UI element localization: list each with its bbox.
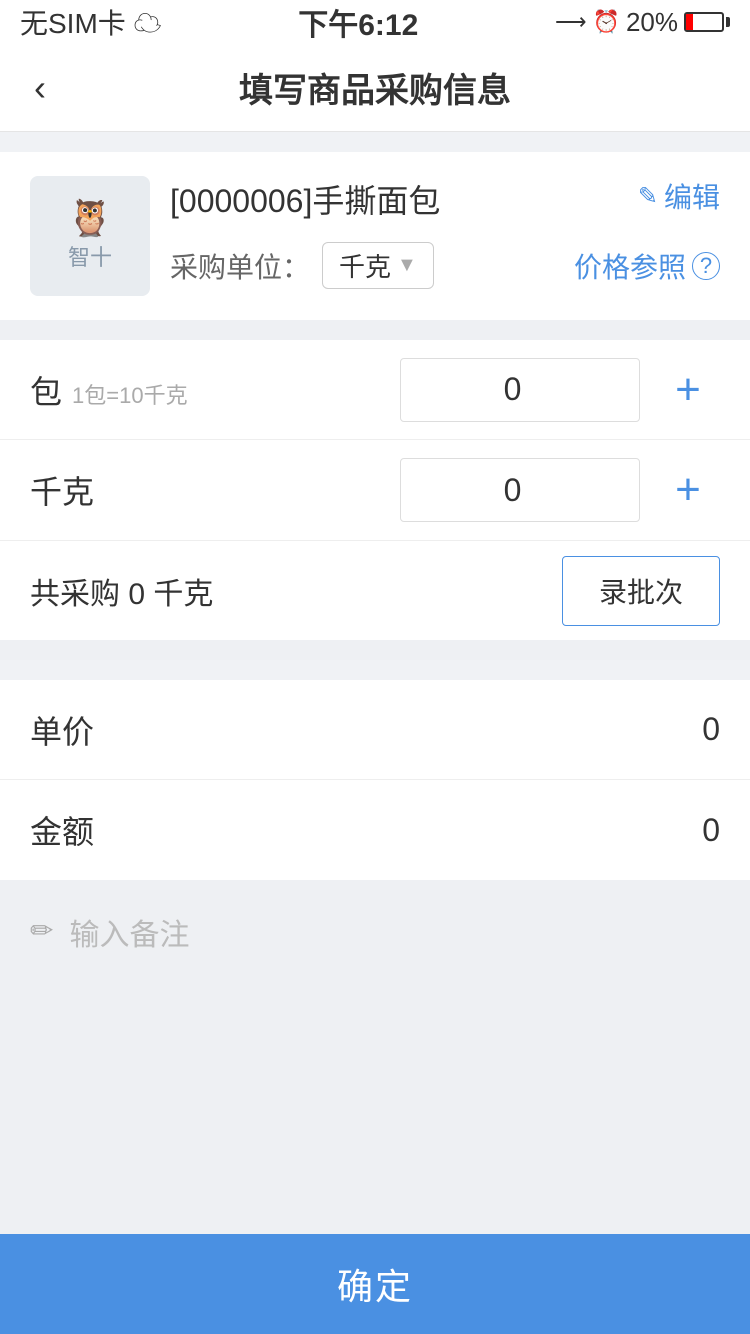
- batch-button[interactable]: 录批次: [562, 556, 720, 626]
- product-image: 🦉 智十: [30, 176, 150, 296]
- location-icon: ⟶: [555, 9, 587, 35]
- status-left: 无SIM卡 ☁: [20, 2, 162, 42]
- confirm-bar[interactable]: 确定: [0, 1234, 750, 1334]
- kg-field-wrapper: +: [150, 458, 720, 522]
- pencil-icon: ✏: [30, 914, 53, 947]
- kg-plus-button[interactable]: +: [656, 458, 720, 522]
- unit-select[interactable]: 千克 ▼: [322, 242, 434, 289]
- bao-field-wrapper: +: [188, 358, 720, 422]
- status-bar: 无SIM卡 ☁ 下午6:12 ⟶ ⏰ 20%: [0, 0, 750, 44]
- confirm-button[interactable]: 确定: [337, 1258, 413, 1310]
- unit-value: 千克: [339, 247, 391, 284]
- dropdown-arrow: ▼: [397, 254, 417, 277]
- price-ref-button[interactable]: 价格参照 ?: [574, 246, 720, 286]
- amount-row: 金额 0: [0, 780, 750, 880]
- no-sim-text: 无SIM卡 ☁: [20, 2, 162, 42]
- remark-placeholder: 输入备注: [69, 910, 189, 954]
- product-card: 🦉 智十 [0000006]手撕面包 ✎ 编辑 采购单位： 千克 ▼ 价格参照 …: [0, 152, 750, 320]
- battery-icon: [684, 12, 730, 32]
- remark-section[interactable]: ✏ 输入备注: [0, 880, 750, 1000]
- nav-bar: ‹ 填写商品采购信息: [0, 44, 750, 132]
- summary-text: 共采购 0 千克: [30, 569, 213, 613]
- kg-input[interactable]: [400, 458, 640, 522]
- clock-icon: ⏰: [593, 9, 620, 35]
- help-icon: ?: [692, 252, 720, 280]
- kg-label: 千克: [30, 467, 150, 513]
- back-button[interactable]: ‹: [24, 57, 56, 119]
- logo-text: 智十: [68, 240, 112, 272]
- bao-sub-label: 1包=10千克: [72, 378, 188, 410]
- page-title: 填写商品采购信息: [239, 63, 511, 112]
- kg-input-row: 千克 +: [0, 440, 750, 540]
- bao-input-row: 包 1包=10千克 +: [0, 340, 750, 440]
- summary-section: 共采购 0 千克 录批次: [0, 540, 750, 640]
- battery-percent: 20%: [626, 7, 678, 38]
- bao-input[interactable]: [400, 358, 640, 422]
- unit-label: 采购单位：: [170, 246, 310, 286]
- unit-price-label: 单价: [30, 707, 94, 753]
- edit-button[interactable]: ✎ 编辑: [638, 176, 720, 216]
- status-time: 下午6:12: [298, 0, 418, 44]
- status-right: ⟶ ⏰ 20%: [555, 7, 730, 38]
- price-section: 单价 0 金额 0: [0, 680, 750, 880]
- owl-icon: 🦉: [68, 200, 113, 236]
- amount-value: 0: [702, 812, 720, 849]
- quantity-input-section: 包 1包=10千克 + 千克 +: [0, 340, 750, 540]
- bao-plus-button[interactable]: +: [656, 358, 720, 422]
- unit-price-row: 单价 0: [0, 680, 750, 780]
- edit-label: 编辑: [664, 176, 720, 216]
- price-ref-label: 价格参照: [574, 246, 686, 286]
- section-divider-2: [0, 640, 750, 660]
- unit-price-value: 0: [702, 711, 720, 748]
- product-name: [0000006]手撕面包: [170, 176, 622, 222]
- product-info: [0000006]手撕面包 ✎ 编辑 采购单位： 千克 ▼ 价格参照 ?: [170, 176, 720, 289]
- section-divider-1: [0, 320, 750, 340]
- edit-icon: ✎: [638, 182, 658, 211]
- amount-label: 金额: [30, 807, 94, 853]
- summary-row: 共采购 0 千克 录批次: [0, 540, 750, 640]
- bao-label: 包 1包=10千克: [30, 367, 188, 413]
